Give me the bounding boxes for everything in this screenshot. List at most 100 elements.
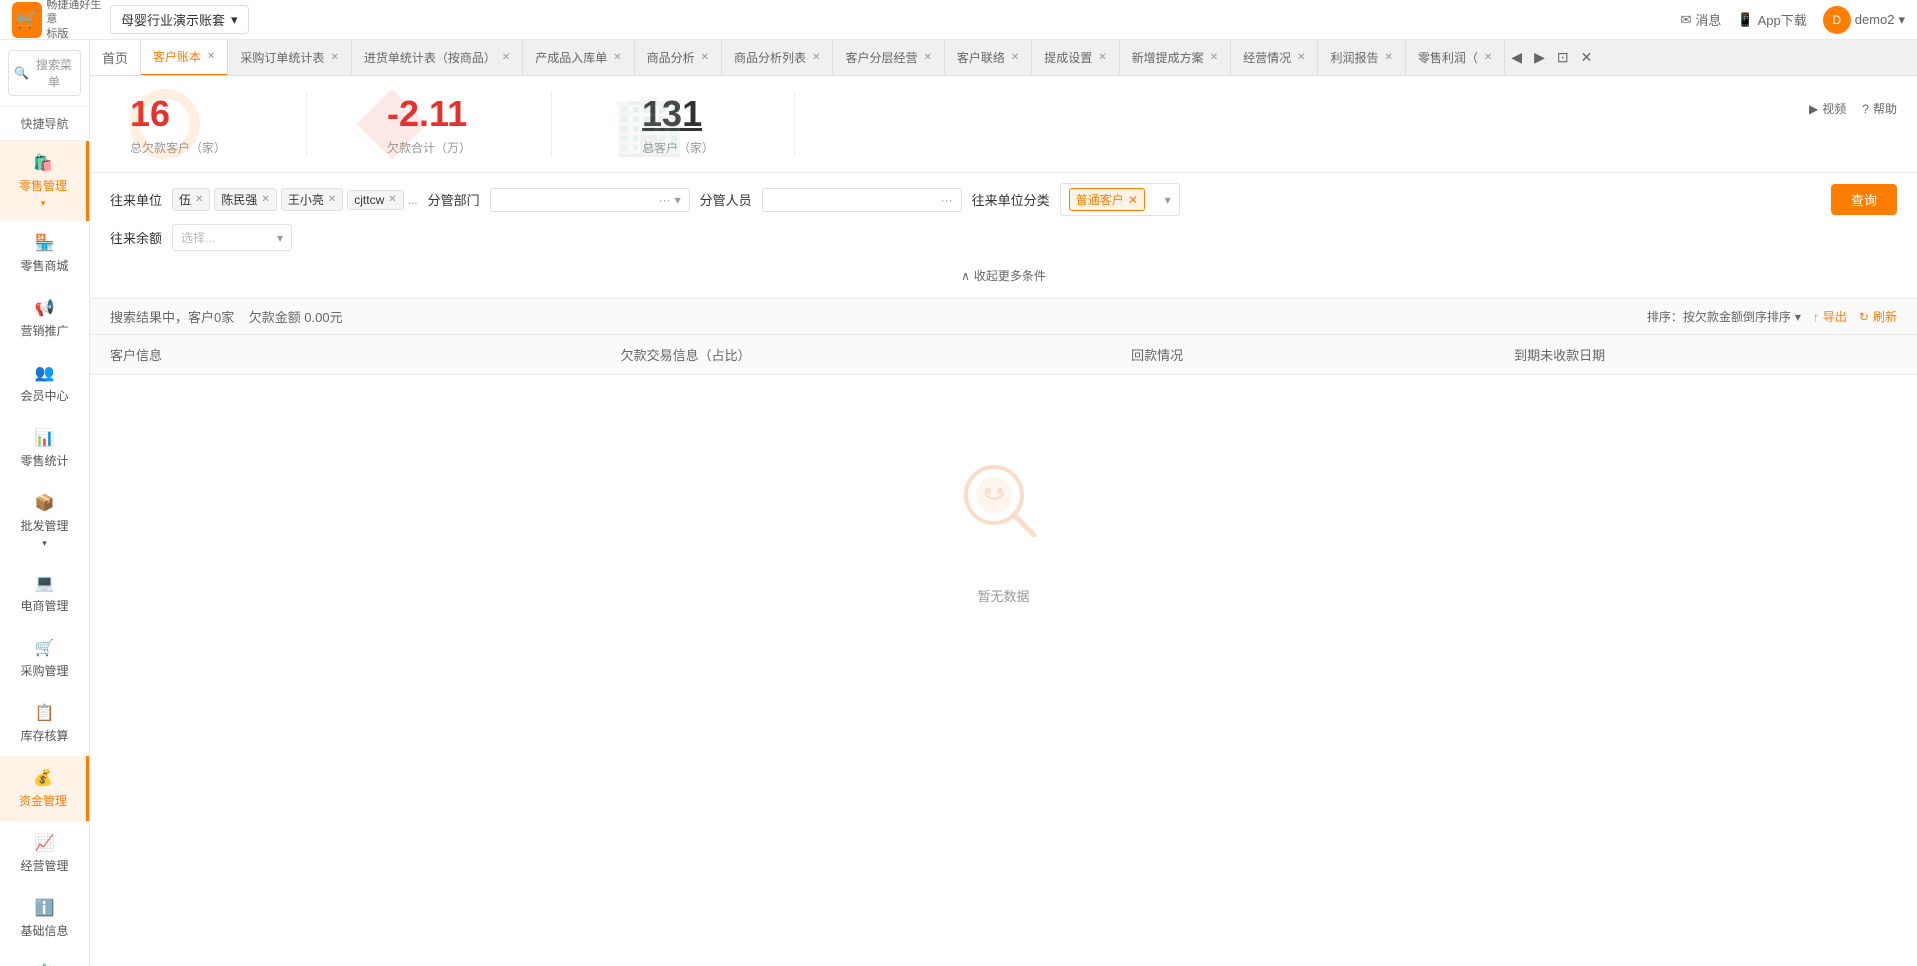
balance-select[interactable]: 选择... ▾ — [172, 224, 292, 251]
tab-next-button[interactable]: ▶ — [1528, 40, 1551, 76]
remove-tag-chen[interactable]: ✕ — [261, 194, 269, 205]
sidebar-item-marketing[interactable]: 📢 营销推广 — [0, 286, 89, 351]
sidebar-item-system[interactable]: ⚙️ 系统管理 — [0, 951, 89, 966]
help-link[interactable]: ? 帮助 — [1862, 100, 1897, 117]
wholesale-icon: 📦 — [35, 493, 55, 513]
refresh-button[interactable]: ↻ 刷新 — [1859, 308, 1897, 325]
sidebar-item-retail-stats[interactable]: 📊 零售统计 — [0, 416, 89, 481]
tab-close-icon[interactable]: ✕ — [923, 52, 931, 63]
unit-tag-chen: 陈民强 ✕ — [214, 188, 276, 211]
chevron-down-icon: ▾ — [1165, 193, 1171, 207]
video-icon: ▶ — [1809, 102, 1818, 116]
tab-product-analysis-list[interactable]: 商品分析列表 ✕ — [722, 40, 833, 76]
tab-close-icon[interactable]: ✕ — [330, 52, 338, 63]
chevron-down-icon: ▾ — [1795, 310, 1801, 324]
unit-filter-label: 往来单位 — [110, 190, 162, 209]
tab-new-promotion[interactable]: 新增提成方案 ✕ — [1120, 40, 1231, 76]
tab-close-icon[interactable]: ✕ — [1098, 52, 1106, 63]
unit-tag-cjttcw: cjttcw ✕ — [347, 190, 403, 210]
tab-close-icon[interactable]: ✕ — [701, 52, 709, 63]
sidebar-item-ecommerce[interactable]: 💻 电商管理 — [0, 561, 89, 626]
tab-close-icon[interactable]: ✕ — [1297, 52, 1305, 63]
tab-close-icon[interactable]: ✕ — [502, 52, 510, 63]
results-info: 搜索结果中，客户0家 欠款金额 0.00元 — [110, 307, 343, 326]
query-button[interactable]: 查询 — [1831, 184, 1897, 215]
tab-product-stock[interactable]: 产成品入库单 ✕ — [523, 40, 634, 76]
sidebar-item-wholesale[interactable]: 📦 批发管理 ▾ — [0, 481, 89, 561]
tab-operation[interactable]: 经营情况 ✕ — [1231, 40, 1318, 76]
logo-icon: 🛒 — [12, 2, 42, 38]
sidebar-item-member[interactable]: 👥 会员中心 — [0, 351, 89, 416]
more-tags-button[interactable]: ... — [408, 193, 418, 207]
marketing-icon: 📢 — [35, 298, 55, 318]
tab-product-analysis[interactable]: 商品分析 ✕ — [635, 40, 722, 76]
tab-close-all-button[interactable]: ✕ — [1575, 40, 1599, 76]
operations-icon: 📈 — [35, 833, 55, 853]
chevron-down-icon: ▾ — [231, 12, 238, 28]
finance-icon: 💰 — [33, 768, 53, 788]
quick-nav-button[interactable]: 快捷导航 — [0, 107, 89, 141]
sidebar-item-purchase[interactable]: 🛒 采购管理 — [0, 626, 89, 691]
category-tag: 普通客户 ✕ — [1069, 188, 1145, 211]
tab-retail-profit[interactable]: 零售利润（ ✕ — [1406, 40, 1505, 76]
stat-total-customers: 16 总欠款客户（家） — [110, 92, 307, 156]
arrow-icon: ▾ — [41, 198, 46, 209]
messages-button[interactable]: ✉ 消息 — [1680, 10, 1721, 29]
stats-bar: 16 总欠款客户（家） -2.11 欠款合计（万） 🏢 — [90, 76, 1917, 173]
chevron-down-icon: ▾ — [675, 193, 681, 207]
sidebar-item-retail-mall[interactable]: 🏪 零售商城 — [0, 221, 89, 286]
tab-close-icon[interactable]: ✕ — [1210, 52, 1218, 63]
tab-prev-button[interactable]: ◀ — [1505, 40, 1528, 76]
search-menu-button[interactable]: 🔍 搜索菜单 — [8, 50, 81, 96]
tab-promotion-settings[interactable]: 提成设置 ✕ — [1032, 40, 1119, 76]
sidebar-item-finance[interactable]: 💰 资金管理 — [0, 756, 89, 821]
video-link[interactable]: ▶ 视频 — [1809, 100, 1846, 117]
dept-select[interactable]: ··· ▾ — [490, 188, 690, 212]
tab-profit-report[interactable]: 利润报告 ✕ — [1318, 40, 1405, 76]
logo-area: 🛒 畅捷通好生意 标版 — [12, 0, 102, 41]
unit-tag-wang: 王小亮 ✕ — [281, 188, 343, 211]
tab-customer-tier[interactable]: 客户分层经营 ✕ — [833, 40, 944, 76]
purchase-icon: 🛒 — [35, 638, 55, 658]
table-header: 客户信息 欠款交易信息（占比） 回款情况 到期未收款日期 — [90, 335, 1917, 375]
retail-stats-icon: 📊 — [35, 428, 55, 448]
table-empty-state: 暂无数据 — [90, 375, 1917, 685]
sidebar-item-operations[interactable]: 📈 经营管理 — [0, 821, 89, 886]
sidebar-search-area: 🔍 搜索菜单 — [0, 40, 89, 107]
col-debt-info: 欠款交易信息（占比） — [621, 345, 1132, 364]
collapse-button[interactable]: ∧ 收起更多条件 — [961, 263, 1046, 288]
sidebar-item-inventory[interactable]: 📋 库存核算 — [0, 691, 89, 756]
category-select[interactable]: 普通客户 ✕ ▾ — [1060, 183, 1180, 216]
tab-close-icon[interactable]: ✕ — [812, 52, 820, 63]
remove-tag-cjttcw[interactable]: ✕ — [388, 194, 396, 205]
person-select[interactable]: ··· — [762, 188, 962, 212]
remove-tag-wang[interactable]: ✕ — [328, 194, 336, 205]
industry-selector[interactable]: 母婴行业演示账套 ▾ — [110, 5, 249, 34]
tab-purchase-order[interactable]: 采购订单统计表 ✕ — [228, 40, 351, 76]
arrow-icon: ▾ — [42, 538, 47, 549]
dept-filter-label: 分管部门 — [428, 190, 480, 209]
sidebar-item-retail[interactable]: 🛍️ 零售管理 ▾ — [0, 141, 89, 221]
sort-select[interactable]: 排序：按欠款金额倒序排序 ▾ — [1647, 308, 1801, 325]
user-menu[interactable]: D demo2 ▾ — [1823, 6, 1905, 34]
tab-close-icon[interactable]: ✕ — [207, 51, 215, 62]
unit-tags-group: 伍 ✕ 陈民强 ✕ 王小亮 ✕ cjttcw ✕ — [172, 188, 418, 211]
tab-close-icon[interactable]: ✕ — [613, 52, 621, 63]
remove-category-tag[interactable]: ✕ — [1128, 193, 1138, 207]
tab-customer-cost[interactable]: 客户账本 ✕ — [141, 40, 228, 76]
tab-purchase-stats[interactable]: 进货单统计表（按商品） ✕ — [352, 40, 523, 76]
ecommerce-icon: 💻 — [35, 573, 55, 593]
tab-customer-contact[interactable]: 客户联络 ✕ — [945, 40, 1032, 76]
export-button[interactable]: ↑ 导出 — [1813, 308, 1847, 325]
tab-close-icon[interactable]: ✕ — [1011, 52, 1019, 63]
sidebar-item-basic-info[interactable]: ℹ️ 基础信息 — [0, 886, 89, 951]
app-download-button[interactable]: 📱 App下载 — [1737, 10, 1806, 29]
member-icon: 👥 — [35, 363, 55, 383]
balance-filter-label: 往来余额 — [110, 228, 162, 247]
tab-restore-button[interactable]: ⊡ — [1551, 40, 1575, 76]
results-bar: 搜索结果中，客户0家 欠款金额 0.00元 排序：按欠款金额倒序排序 ▾ ↑ 导… — [90, 299, 1917, 335]
tab-home[interactable]: 首页 — [90, 40, 141, 76]
remove-tag-wu[interactable]: ✕ — [195, 194, 203, 205]
tab-close-icon[interactable]: ✕ — [1484, 52, 1492, 63]
tab-close-icon[interactable]: ✕ — [1385, 52, 1393, 63]
